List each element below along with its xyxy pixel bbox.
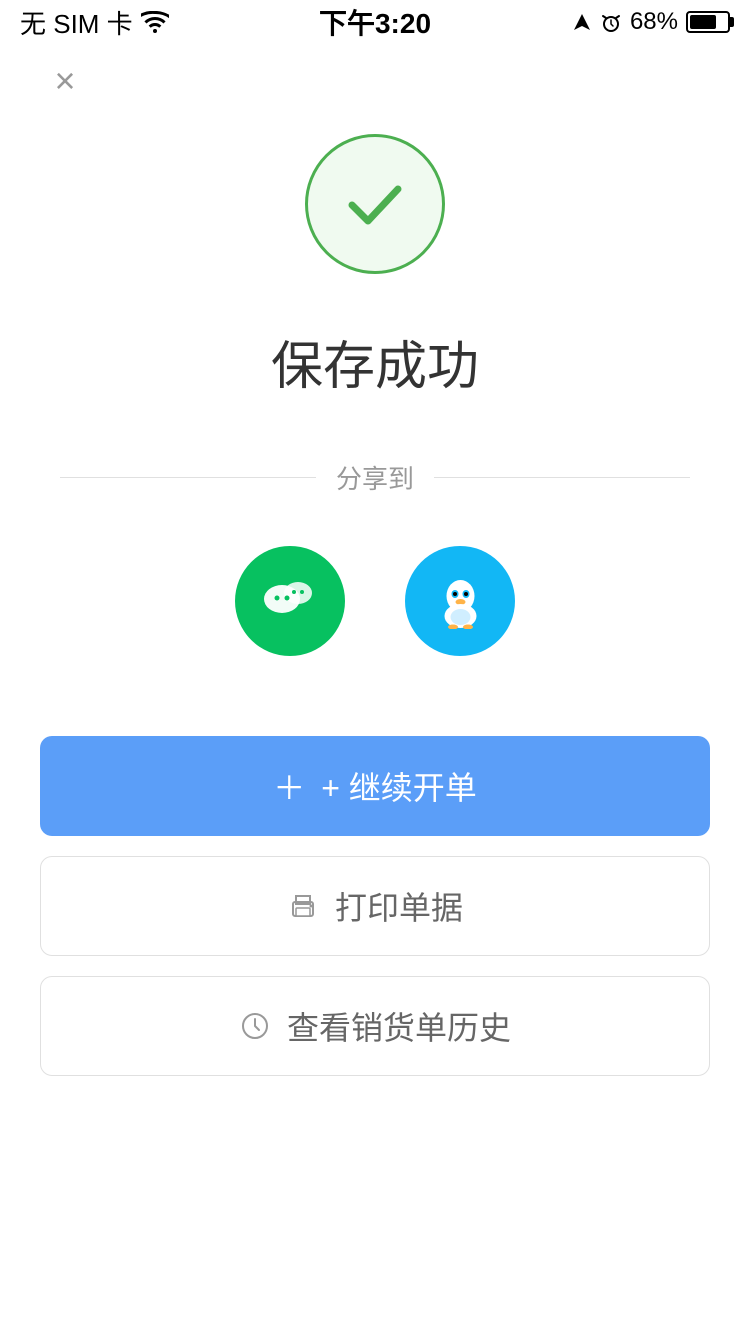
divider-line-left: [60, 477, 316, 478]
divider-line-right: [434, 477, 690, 478]
continue-label: + 继续开单: [321, 763, 477, 809]
continue-button[interactable]: ＋ + 继续开单: [40, 736, 710, 836]
print-button[interactable]: 打印单据: [40, 856, 710, 956]
sim-status: 无 SIM 卡: [20, 4, 133, 41]
wifi-icon: [141, 11, 169, 33]
action-buttons: ＋ + 继续开单 打印单据 查看销货单历史: [0, 736, 750, 1076]
history-label: 查看销货单历史: [287, 1003, 511, 1049]
wechat-icon: [260, 571, 320, 631]
close-button[interactable]: ×: [40, 56, 90, 106]
success-circle: [305, 134, 445, 274]
share-divider: 分享到: [0, 459, 750, 496]
share-wechat-button[interactable]: [235, 546, 345, 656]
history-button[interactable]: 查看销货单历史: [40, 976, 710, 1076]
continue-icon: ＋: [273, 763, 305, 809]
status-bar: 无 SIM 卡 下午3:20 68%: [0, 0, 750, 44]
success-title: 保存成功: [271, 324, 479, 399]
share-icons: [235, 546, 515, 656]
battery-percent: 68%: [630, 8, 678, 36]
qq-icon: [433, 574, 488, 629]
close-icon: ×: [54, 63, 75, 99]
share-label: 分享到: [316, 459, 434, 496]
checkmark-icon: [340, 169, 410, 239]
status-time: 下午3:20: [319, 2, 431, 42]
history-icon: [239, 1010, 271, 1042]
status-right: 68%: [572, 8, 730, 36]
print-icon: [287, 890, 319, 922]
main-content: 保存成功 分享到: [0, 44, 750, 1076]
location-icon: [572, 12, 592, 32]
print-label: 打印单据: [335, 883, 463, 929]
alarm-icon: [600, 11, 622, 33]
status-left: 无 SIM 卡: [20, 4, 169, 41]
battery-icon: [686, 11, 730, 33]
share-qq-button[interactable]: [405, 546, 515, 656]
